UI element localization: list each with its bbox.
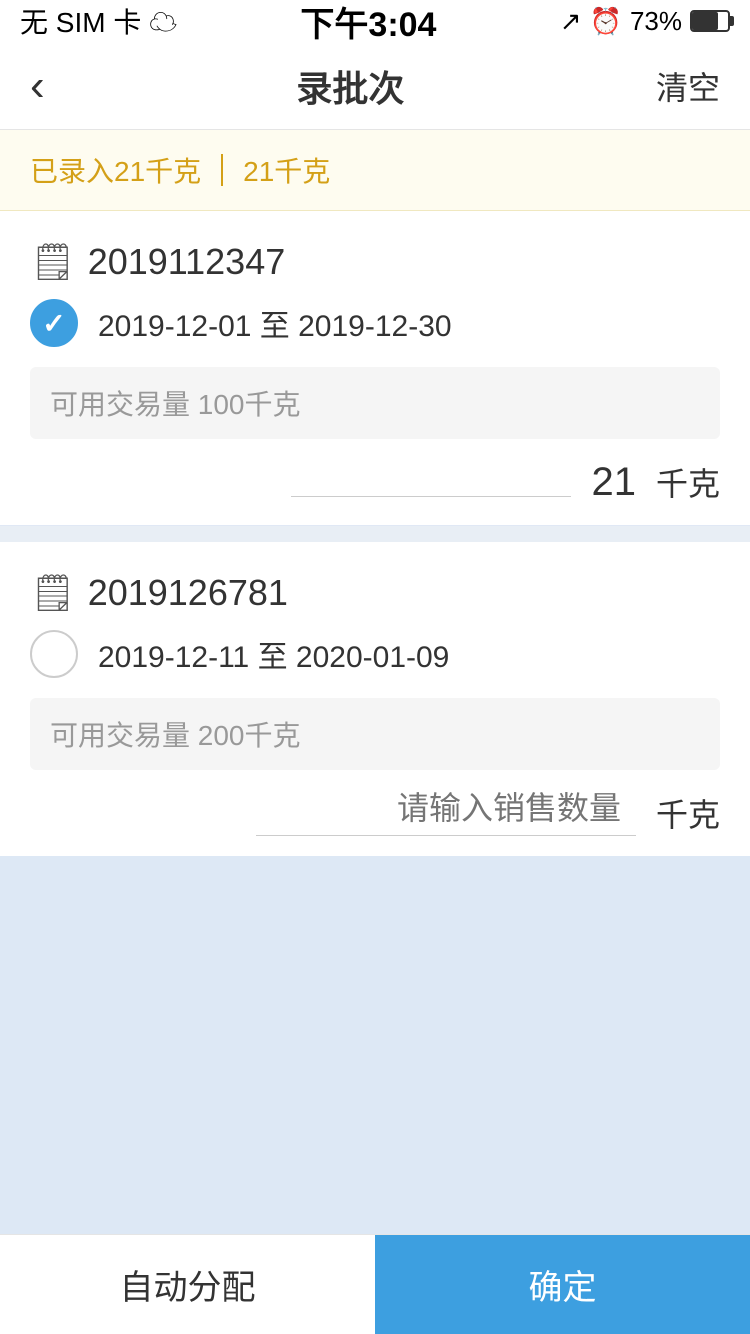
- amount-value-1: 21: [591, 460, 636, 505]
- nav-bar: ‹ 录批次 清空: [0, 42, 750, 130]
- status-right: ↗ ⏰ 73%: [560, 6, 730, 37]
- info-banner: 已录入21千克 21千克: [0, 130, 750, 211]
- input-row-2: 千克: [0, 770, 750, 856]
- auto-distribute-button[interactable]: 自动分配: [0, 1235, 375, 1334]
- amount-underline-1: [291, 496, 571, 497]
- amount-row-1: 21 千克: [0, 439, 750, 526]
- status-time: 下午3:04: [300, 0, 436, 46]
- batch-item-2: 🗒 2019126781 2019-12-11 至 2020-01-09 可用交…: [0, 542, 750, 770]
- batch-date-2: 2019-12-11 至 2020-01-09: [98, 632, 449, 676]
- batch-qty-1: 可用交易量 100千克: [30, 367, 720, 439]
- page-title: 录批次: [296, 60, 404, 112]
- bottom-bar: 自动分配 确定: [0, 1234, 750, 1334]
- batch-radio-2[interactable]: [30, 630, 78, 678]
- batch-doc-icon-1: 🗒: [30, 241, 76, 283]
- batch-row-1: 2019-12-01 至 2019-12-30: [30, 299, 720, 347]
- batch-qty-2: 可用交易量 200千克: [30, 698, 720, 770]
- alarm-icon: ⏰: [590, 6, 622, 37]
- batch-header-2: 🗒 2019126781: [30, 572, 720, 614]
- battery-label: 73%: [630, 6, 682, 37]
- qty-input-2[interactable]: [256, 790, 636, 836]
- section-separator: [0, 526, 750, 542]
- status-left: 无 SIM 卡 ☁: [20, 1, 177, 41]
- info-divider: [221, 154, 223, 186]
- clear-button[interactable]: 清空: [656, 63, 720, 109]
- battery-icon: [690, 10, 730, 32]
- amount-unit-1: 千克: [656, 459, 720, 505]
- confirm-button[interactable]: 确定: [375, 1235, 750, 1334]
- batch-id-2: 2019126781: [88, 572, 288, 614]
- batch-header-1: 🗒 2019112347: [30, 241, 720, 283]
- batch-id-1: 2019112347: [88, 241, 286, 283]
- total-label: 21千克: [243, 150, 330, 190]
- sim-label: 无 SIM 卡 ☁: [20, 1, 177, 41]
- batch-date-1: 2019-12-01 至 2019-12-30: [98, 301, 452, 345]
- location-icon: ↗: [560, 6, 582, 37]
- batch-doc-icon-2: 🗒: [30, 572, 76, 614]
- batch-row-2: 2019-12-11 至 2020-01-09: [30, 630, 720, 678]
- recorded-label: 已录入21千克: [30, 150, 201, 190]
- qty-unit-2: 千克: [656, 790, 720, 836]
- batch-item-1: 🗒 2019112347 2019-12-01 至 2019-12-30 可用交…: [0, 211, 750, 439]
- back-button[interactable]: ‹: [30, 64, 45, 108]
- status-bar: 无 SIM 卡 ☁ 下午3:04 ↗ ⏰ 73%: [0, 0, 750, 42]
- batch-radio-1[interactable]: [30, 299, 78, 347]
